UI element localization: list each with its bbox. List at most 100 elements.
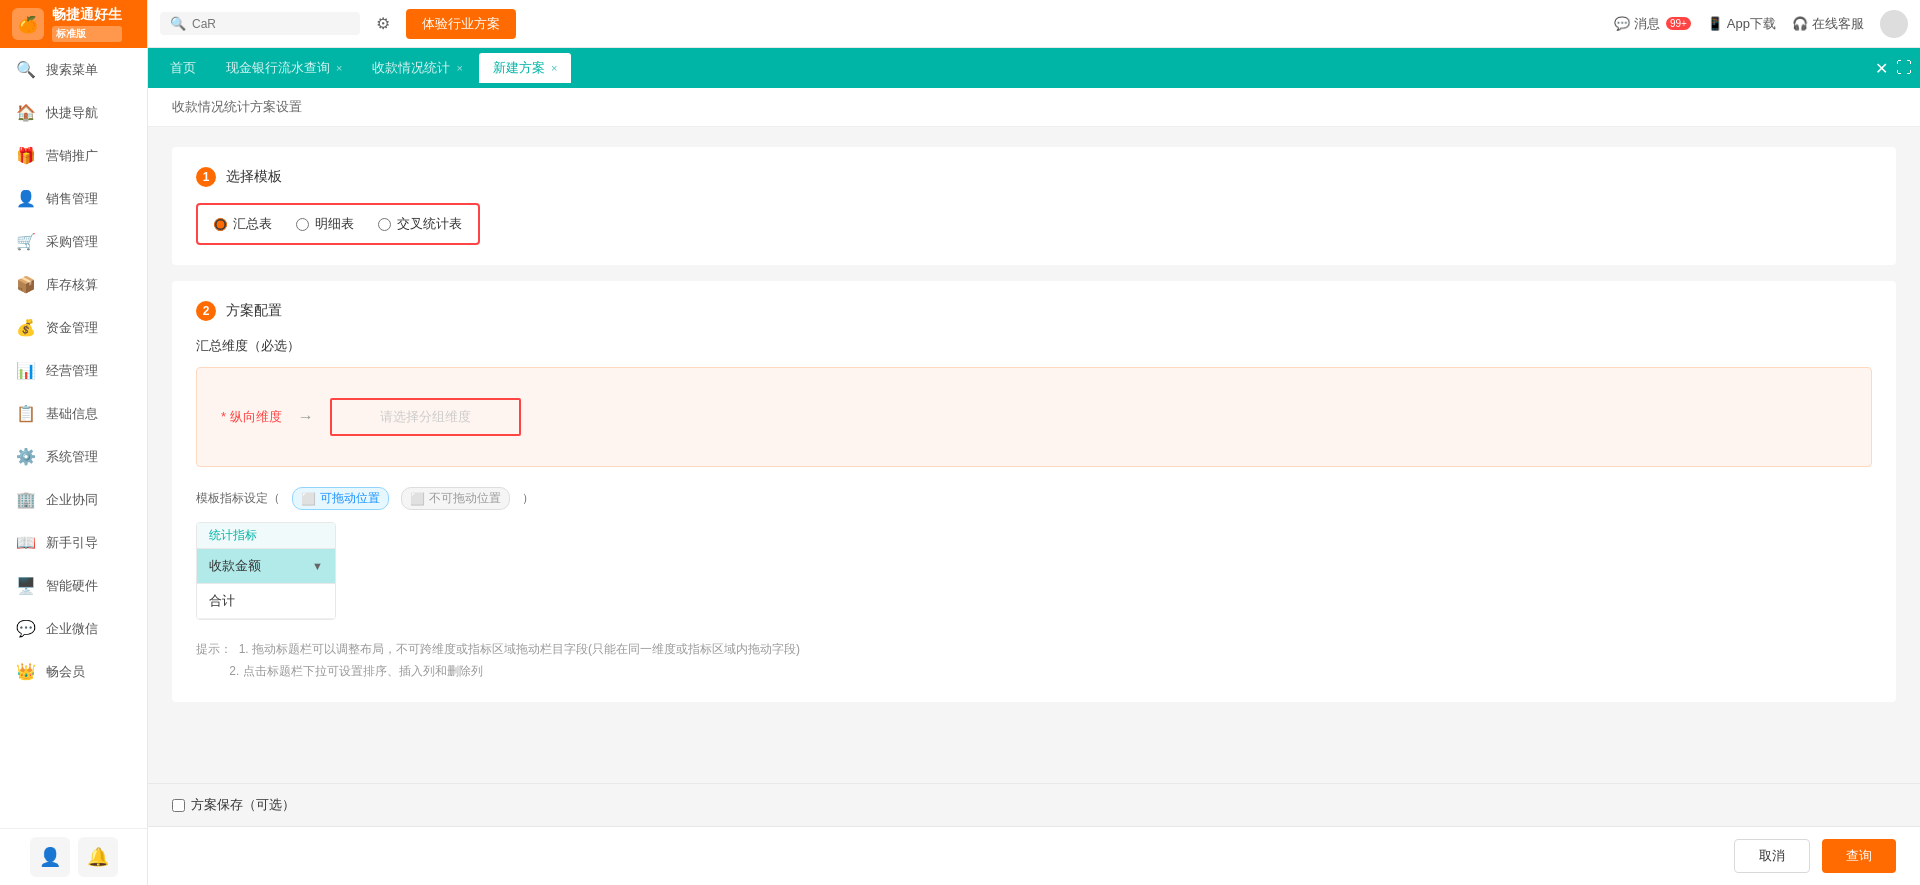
message-btn[interactable]: 💬 消息 99+ — [1614, 15, 1691, 33]
option-detail[interactable]: 明细表 — [296, 215, 354, 233]
sidebar-item-operations[interactable]: 📊 经营管理 — [0, 349, 147, 392]
section1-header: 1 选择模板 — [196, 167, 1872, 187]
money-icon: 💰 — [16, 318, 36, 337]
search-input[interactable] — [192, 17, 342, 31]
sidebar-label-enterprise: 企业协同 — [46, 491, 98, 509]
option-summary[interactable]: 汇总表 — [214, 215, 272, 233]
logo-line1: 畅捷通好生 — [52, 6, 122, 24]
crown-icon: 👑 — [16, 662, 36, 681]
chart-icon: 📊 — [16, 361, 36, 380]
tab-bank-close[interactable]: × — [336, 62, 342, 74]
radio-cross[interactable] — [378, 218, 391, 231]
option-cross[interactable]: 交叉统计表 — [378, 215, 462, 233]
tabbar-controls: ✕ ⛶ — [1875, 59, 1912, 78]
radio-summary[interactable] — [214, 218, 227, 231]
sidebar-label-search: 搜索菜单 — [46, 61, 98, 79]
cancel-button[interactable]: 取消 — [1734, 839, 1810, 873]
sidebar-item-quicknav[interactable]: 🏠 快捷导航 — [0, 91, 147, 134]
app-download-btn[interactable]: 📱 App下载 — [1707, 15, 1776, 33]
gear-settings-icon[interactable]: ⚙ — [372, 10, 394, 37]
sidebar-item-marketing[interactable]: 🎁 营销推广 — [0, 134, 147, 177]
sidebar-item-system[interactable]: ⚙️ 系统管理 — [0, 435, 147, 478]
dimension-placeholder[interactable]: 请选择分组维度 — [330, 398, 521, 436]
sidebar-label-quicknav: 快捷导航 — [46, 104, 98, 122]
sidebar-bottom-btn2[interactable]: 🔔 — [78, 837, 118, 877]
book-icon: 📖 — [16, 533, 36, 552]
breadcrumb: 收款情况统计方案设置 — [148, 88, 1920, 127]
metrics-item-collection[interactable]: 收款金额 ▼ — [197, 549, 335, 584]
arrow-icon: → — [298, 408, 314, 426]
app-icon: 📱 — [1707, 16, 1723, 31]
sidebar-label-hardware: 智能硬件 — [46, 577, 98, 595]
section-config: 2 方案配置 汇总维度（必选） 纵向维度 → 请选择分组维度 模板指标设定（ — [172, 281, 1896, 702]
action-bar: 取消 查询 — [148, 826, 1920, 885]
save-checkbox[interactable] — [172, 799, 185, 812]
sidebar-label-system: 系统管理 — [46, 448, 98, 466]
section1-number: 1 — [196, 167, 216, 187]
building-icon: 🏢 — [16, 490, 36, 509]
save-option[interactable]: 方案保存（可选） — [172, 796, 295, 814]
sidebar-item-wechat[interactable]: 💬 企业微信 — [0, 607, 147, 650]
cart-icon: 🛒 — [16, 232, 36, 251]
industry-btn[interactable]: 体验行业方案 — [406, 9, 516, 39]
metrics-area: 统计指标 收款金额 ▼ 合计 — [196, 522, 336, 620]
sidebar-item-basic[interactable]: 📋 基础信息 — [0, 392, 147, 435]
metrics-label: 模板指标设定（ — [196, 490, 280, 507]
monitor-icon: 🖥️ — [16, 576, 36, 595]
metrics-group-title: 统计指标 — [197, 523, 335, 549]
dimension-group-label: 汇总维度（必选） — [196, 337, 1872, 355]
tab-bank[interactable]: 现金银行流水查询 × — [212, 53, 356, 83]
section-template: 1 选择模板 汇总表 明细表 交叉统计表 — [172, 147, 1896, 265]
section1-title: 选择模板 — [226, 168, 282, 186]
tips-section: 提示： 1. 拖动标题栏可以调整布局，不可跨维度或指标区域拖动栏目字段(只能在同… — [196, 639, 1872, 682]
tips-title: 提示： 1. 拖动标题栏可以调整布局，不可跨维度或指标区域拖动栏目字段(只能在同… — [196, 639, 1872, 661]
sidebar-label-member: 畅会员 — [46, 663, 85, 681]
service-btn[interactable]: 🎧 在线客服 — [1792, 15, 1864, 33]
box-icon: 📦 — [16, 275, 36, 294]
tips-line2: 2. 点击标题栏下拉可设置排序、插入列和删除列 — [196, 661, 1872, 683]
dimension-area: 纵向维度 → 请选择分组维度 — [196, 367, 1872, 467]
sidebar-item-purchase[interactable]: 🛒 采购管理 — [0, 220, 147, 263]
sidebar-item-enterprise[interactable]: 🏢 企业协同 — [0, 478, 147, 521]
headset-icon: 🎧 — [1792, 16, 1808, 31]
tab-home[interactable]: 首页 — [156, 53, 210, 83]
sidebar-label-wechat: 企业微信 — [46, 620, 98, 638]
sidebar-item-finance[interactable]: 💰 资金管理 — [0, 306, 147, 349]
gift-icon: 🎁 — [16, 146, 36, 165]
tab-new[interactable]: 新建方案 × — [479, 53, 571, 83]
topbar-right: 💬 消息 99+ 📱 App下载 🎧 在线客服 — [1614, 10, 1908, 38]
content-body: 1 选择模板 汇总表 明细表 交叉统计表 — [148, 127, 1920, 783]
section2-header: 2 方案配置 — [196, 301, 1872, 321]
notification-badge: 99+ — [1666, 17, 1691, 30]
sidebar-item-inventory[interactable]: 📦 库存核算 — [0, 263, 147, 306]
tab-new-close[interactable]: × — [551, 62, 557, 74]
topbar: 🔍 ⚙ 体验行业方案 💬 消息 99+ 📱 App下载 🎧 在线客服 — [148, 0, 1920, 48]
expand-icon[interactable]: ⛶ — [1896, 59, 1912, 77]
gear-icon: ⚙️ — [16, 447, 36, 466]
movable-tag: ⬜ 可拖动位置 — [292, 487, 389, 510]
tab-collection[interactable]: 收款情况统计 × — [358, 53, 476, 83]
user-avatar[interactable] — [1880, 10, 1908, 38]
sidebar-label-basic: 基础信息 — [46, 405, 98, 423]
user-icon: 👤 — [16, 189, 36, 208]
sidebar-item-hardware[interactable]: 🖥️ 智能硬件 — [0, 564, 147, 607]
sidebar-label-purchase: 采购管理 — [46, 233, 98, 251]
sidebar-item-member[interactable]: 👑 畅会员 — [0, 650, 147, 693]
query-button[interactable]: 查询 — [1822, 839, 1896, 873]
sidebar-bottom-btn1[interactable]: 👤 — [30, 837, 70, 877]
content-footer: 方案保存（可选） — [148, 783, 1920, 826]
sidebar-item-guide[interactable]: 📖 新手引导 — [0, 521, 147, 564]
close-window-icon[interactable]: ✕ — [1875, 59, 1888, 78]
logo-badge: 标准版 — [52, 26, 122, 42]
tabbar: 首页 现金银行流水查询 × 收款情况统计 × 新建方案 × ✕ ⛶ — [148, 48, 1920, 88]
radio-detail[interactable] — [296, 218, 309, 231]
sidebar-label-sales: 销售管理 — [46, 190, 98, 208]
tab-collection-close[interactable]: × — [456, 62, 462, 74]
home-icon: 🏠 — [16, 103, 36, 122]
sidebar-item-search[interactable]: 🔍 搜索菜单 — [0, 48, 147, 91]
sidebar-item-sales[interactable]: 👤 销售管理 — [0, 177, 147, 220]
sidebar-label-finance: 资金管理 — [46, 319, 98, 337]
sidebar: 🍊 畅捷通好生 标准版 🔍 搜索菜单 🏠 快捷导航 🎁 营销推广 👤 销售管理 … — [0, 0, 148, 885]
clipboard-icon: 📋 — [16, 404, 36, 423]
search-box[interactable]: 🔍 — [160, 12, 360, 35]
